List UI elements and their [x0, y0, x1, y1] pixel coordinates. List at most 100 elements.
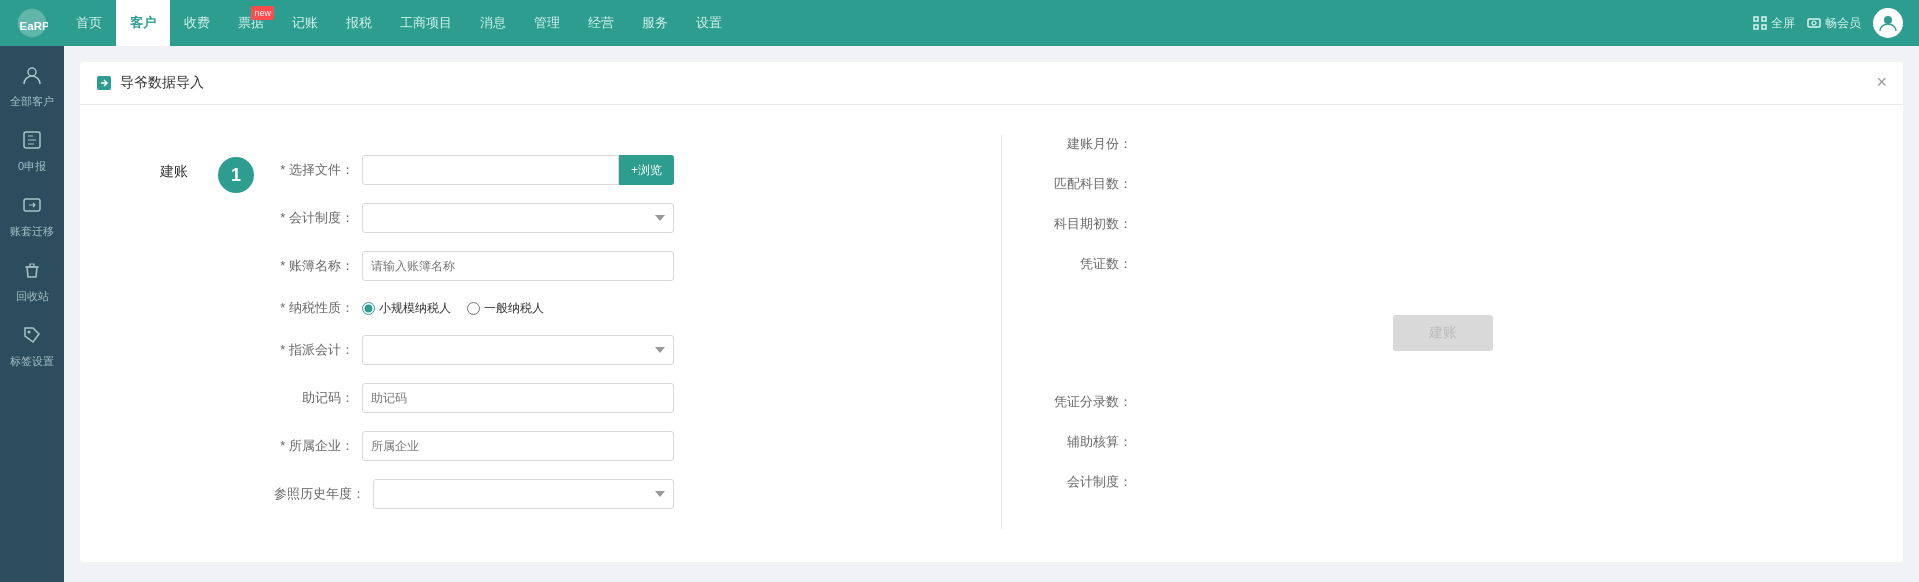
build-month-row: 建账月份： — [1042, 135, 1843, 153]
sidebar-label-zero-declare: 0申报 — [18, 159, 46, 174]
fullscreen-button[interactable]: 全屏 — [1753, 15, 1795, 32]
history-year-select[interactable] — [373, 479, 674, 509]
file-input-group: +浏览 — [362, 155, 674, 185]
ledger-name-input[interactable] — [362, 251, 674, 281]
sidebar-label-account-migrate: 账套迁移 — [10, 224, 54, 239]
panel-header: 导爷数据导入 — [80, 62, 1903, 105]
match-subject-label: 匹配科目数： — [1042, 175, 1132, 193]
build-month-label: 建账月份： — [1042, 135, 1132, 153]
file-input[interactable] — [362, 155, 619, 185]
tax-small-radio[interactable] — [362, 302, 375, 315]
nav-item-operation[interactable]: 经营 — [574, 0, 628, 46]
svg-point-8 — [1884, 16, 1892, 24]
sidebar-item-zero-declare[interactable]: 0申报 — [2, 121, 62, 182]
nav-item-home[interactable]: 首页 — [62, 0, 116, 46]
accountant-select[interactable] — [362, 335, 674, 365]
subject-init-label: 科目期初数： — [1042, 215, 1132, 233]
nav-right-controls: 全屏 畅会员 — [1753, 8, 1903, 38]
svg-rect-5 — [1762, 25, 1766, 29]
file-row: * 选择文件： +浏览 — [274, 155, 674, 185]
auxiliary-row: 辅助核算： — [1042, 433, 1843, 451]
step-section: 建账 1 * 选择文件： +浏览 * 会计 — [80, 135, 1001, 529]
accounting-system-select[interactable] — [362, 203, 674, 233]
member-label: 畅会员 — [1825, 15, 1861, 32]
all-clients-icon — [21, 64, 43, 91]
right-info-section: 建账月份： 匹配科目数： 科目期初数： 凭证数： — [1002, 135, 1903, 529]
form-section: * 选择文件： +浏览 * 会计制度： — [274, 155, 674, 509]
zero-declare-icon — [21, 129, 43, 156]
build-account-button[interactable]: 建账 — [1393, 315, 1493, 351]
sidebar-label-tag-settings: 标签设置 — [10, 354, 54, 369]
nav-item-message[interactable]: 消息 — [466, 0, 520, 46]
tax-small-option[interactable]: 小规模纳税人 — [362, 300, 451, 317]
memo-code-row: 助记码： — [274, 383, 674, 413]
tag-settings-icon — [21, 324, 43, 351]
tax-general-label: 一般纳税人 — [484, 300, 544, 317]
sidebar-label-all-clients: 全部客户 — [10, 94, 54, 109]
recycle-icon — [21, 259, 43, 286]
right-accounting-system-row: 会计制度： — [1042, 473, 1843, 491]
voucher-row: 凭证数： — [1042, 255, 1843, 273]
match-subject-row: 匹配科目数： — [1042, 175, 1843, 193]
nav-item-bizproject[interactable]: 工商项目 — [386, 0, 466, 46]
nav-items: 首页 客户 收费 票据 new 记账 报税 工商项目 消息 管理 经营 服务 设… — [62, 0, 1753, 46]
top-navigation: EaRP 首页 客户 收费 票据 new 记账 报税 工商项目 消息 管理 经营… — [0, 0, 1919, 46]
auxiliary-label: 辅助核算： — [1042, 433, 1132, 451]
nav-item-bookkeeping[interactable]: 记账 — [278, 0, 332, 46]
svg-point-7 — [1812, 21, 1816, 25]
nav-item-fee[interactable]: 收费 — [170, 0, 224, 46]
sidebar: 全部客户 0申报 账套迁移 回收站 标签设置 — [0, 46, 64, 582]
voucher-entries-row: 凭证分录数： — [1042, 393, 1843, 411]
file-label: * 选择文件： — [274, 161, 354, 179]
sidebar-item-tag-settings[interactable]: 标签设置 — [2, 316, 62, 377]
build-btn-row: 建账 — [1042, 295, 1843, 371]
user-avatar[interactable] — [1873, 8, 1903, 38]
import-panel: 导爷数据导入 × 建账 1 * 选择文件： +浏览 — [80, 62, 1903, 562]
panel-close-button[interactable]: × — [1876, 72, 1887, 93]
account-migrate-icon — [21, 194, 43, 221]
sidebar-label-recycle: 回收站 — [16, 289, 49, 304]
nav-item-bill[interactable]: 票据 new — [224, 0, 278, 46]
sidebar-item-recycle[interactable]: 回收站 — [2, 251, 62, 312]
voucher-entries-label: 凭证分录数： — [1042, 393, 1132, 411]
panel-body: 建账 1 * 选择文件： +浏览 * 会计 — [80, 105, 1903, 559]
step-circle: 1 — [218, 157, 254, 193]
memo-code-label: 助记码： — [274, 389, 354, 407]
history-year-row: 参照历史年度： — [274, 479, 674, 509]
svg-text:EaRP: EaRP — [20, 20, 48, 32]
sidebar-item-all-clients[interactable]: 全部客户 — [2, 56, 62, 117]
svg-rect-2 — [1754, 17, 1758, 21]
step-label: 建账 — [160, 163, 188, 181]
nav-item-manage[interactable]: 管理 — [520, 0, 574, 46]
panel-title: 导爷数据导入 — [120, 74, 204, 92]
subject-init-row: 科目期初数： — [1042, 215, 1843, 233]
svg-point-9 — [28, 68, 36, 76]
tax-type-radio-group: 小规模纳税人 一般纳税人 — [362, 300, 674, 317]
logo: EaRP — [10, 1, 54, 45]
svg-rect-3 — [1762, 17, 1766, 21]
voucher-label: 凭证数： — [1042, 255, 1132, 273]
tax-general-radio[interactable] — [467, 302, 480, 315]
fullscreen-label: 全屏 — [1771, 15, 1795, 32]
right-accounting-system-label: 会计制度： — [1042, 473, 1132, 491]
nav-item-tax[interactable]: 报税 — [332, 0, 386, 46]
ledger-name-label: * 账簿名称： — [274, 257, 354, 275]
company-row: * 所属企业： — [274, 431, 674, 461]
history-year-label: 参照历史年度： — [274, 485, 365, 503]
company-label: * 所属企业： — [274, 437, 354, 455]
nav-item-service[interactable]: 服务 — [628, 0, 682, 46]
tax-small-label: 小规模纳税人 — [379, 300, 451, 317]
accountant-label: * 指派会计： — [274, 341, 354, 359]
tax-general-option[interactable]: 一般纳税人 — [467, 300, 544, 317]
accountant-row: * 指派会计： — [274, 335, 674, 365]
sidebar-item-account-migrate[interactable]: 账套迁移 — [2, 186, 62, 247]
nav-item-client[interactable]: 客户 — [116, 0, 170, 46]
company-input[interactable] — [362, 431, 674, 461]
member-button[interactable]: 畅会员 — [1807, 15, 1861, 32]
memo-code-input[interactable] — [362, 383, 674, 413]
ledger-name-row: * 账簿名称： — [274, 251, 674, 281]
browse-button[interactable]: +浏览 — [619, 155, 674, 185]
accounting-system-row: * 会计制度： — [274, 203, 674, 233]
svg-rect-4 — [1754, 25, 1758, 29]
nav-item-settings[interactable]: 设置 — [682, 0, 736, 46]
